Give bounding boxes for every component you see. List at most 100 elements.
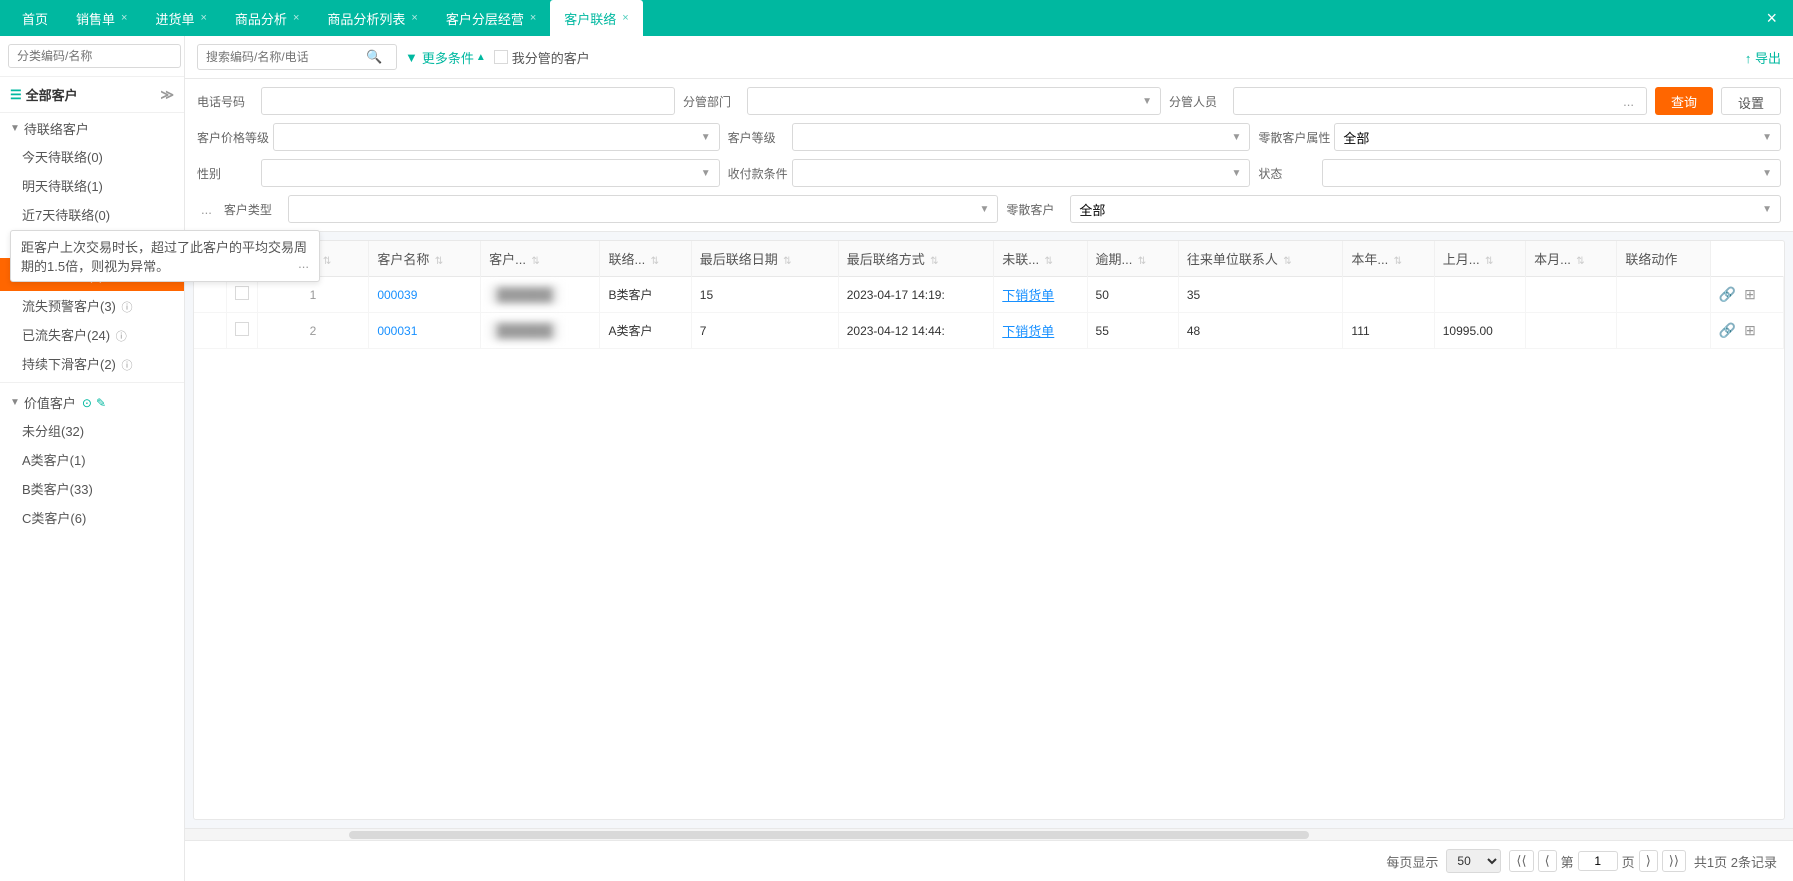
export-button[interactable]: ↑ 导出 [1745,48,1781,67]
row-checkbox-cell[interactable] [226,313,257,349]
contact-sort-icon[interactable]: ⇅ [651,256,659,267]
price-chevron-icon: ▼ [701,132,711,143]
nav-product-analysis[interactable]: 商品分析 × [221,0,313,36]
nav-sales-close[interactable]: × [121,12,127,24]
window-close-button[interactable]: × [1766,8,1785,29]
nav-home[interactable]: 首页 [8,0,62,36]
next-page-button[interactable]: ⟩ [1639,850,1658,872]
nav-product-list-close[interactable]: × [411,12,417,24]
this-year-sort-icon[interactable]: ⇅ [1394,256,1402,267]
sidebar-value-customers-group[interactable]: ▼ 价值客户 ⊙ ✎ [0,387,184,416]
sidebar-loss-warning[interactable]: 流失预警客户(3) ⓘ [0,291,184,320]
sidebar-tomorrow-pending[interactable]: 明天待联络(1) [0,171,184,200]
filter-row-1: 电话号码 分管部门 ▼ 分管人员 ... 查 [197,87,1781,115]
tooltip-more-icon[interactable]: ... [298,256,309,271]
filter-payment-select[interactable]: ▼ [792,159,1251,187]
more-conditions-button[interactable]: ▼ 更多条件 ▲ [405,48,486,67]
filter-dept-select[interactable]: ▼ [747,87,1161,115]
code-sort-icon[interactable]: ⇅ [323,256,331,267]
customer-table: ⚙ 客户编码 ⇅ 客户名称 ⇅ [194,241,1784,349]
page-number-input[interactable] [1578,851,1618,871]
filter-row-4: ... 客户类型 ▼ 零散客户 全部 ▼ [197,195,1781,223]
row-contact-count: 15 [691,277,838,313]
row-link-icon[interactable]: 🔗 [1719,322,1736,339]
filter-gender-field: 性别 ▼ [197,159,720,187]
row-code[interactable]: 000039 [369,277,481,313]
filter-price-level-select[interactable]: ▼ [273,123,720,151]
my-customers-toggle[interactable]: 我分管的客户 [494,48,590,67]
row-last-month [1526,277,1617,313]
filter-gender-select[interactable]: ▼ [261,159,720,187]
pagination-controls: ⟨⟨ ⟨ 第 页 ⟩ ⟩⟩ [1509,850,1686,872]
sidebar-declining-customers[interactable]: 持续下滑客户(2) ⓘ [0,349,184,378]
filter-search-icon[interactable]: 🔍 [366,49,382,65]
filter-customer-level-select[interactable]: ▼ [792,123,1251,151]
nav-customer-contact-close[interactable]: × [622,12,628,24]
nav-customer-tier-close[interactable]: × [530,12,536,24]
row-link-icon[interactable]: 🔗 [1719,286,1736,303]
scroll-thumb[interactable] [349,831,1309,839]
filter-retail-attr-select[interactable]: 全部 ▼ [1334,123,1781,151]
this-month-sort-icon[interactable]: ⇅ [1576,256,1584,267]
sidebar-today-pending[interactable]: 今天待联络(0) [0,142,184,171]
nav-customer-tier[interactable]: 客户分层经营 × [432,0,550,36]
nav-product-analysis-close[interactable]: × [293,12,299,24]
filter-search-input[interactable] [206,50,366,64]
last-date-sort-icon[interactable]: ⇅ [783,256,791,267]
nav-sales[interactable]: 销售单 × [62,0,141,36]
row-code[interactable]: 000031 [369,313,481,349]
sidebar-collapse-icon[interactable]: ≫ [160,87,174,103]
overdue-sort-icon[interactable]: ⇅ [1138,256,1146,267]
sidebar-lost-customers[interactable]: 已流失客户(24) ⓘ [0,320,184,349]
last-method-sort-icon[interactable]: ⇅ [930,256,938,267]
sidebar-c-class[interactable]: C类客户(6) [0,503,184,532]
value-settings-icon[interactable]: ✎ [96,396,106,410]
filter-manager-select[interactable]: ... [1233,87,1647,115]
filter-status-select[interactable]: ▼ [1322,159,1781,187]
sidebar-a-class[interactable]: A类客户(1) [0,445,184,474]
row-checkbox[interactable] [235,286,249,300]
row-grid-icon[interactable]: ⊞ [1744,286,1756,303]
sidebar-b-class[interactable]: B类客户(33) [0,474,184,503]
sidebar-pending-contact-group[interactable]: ▼ 待联络客户 [0,113,184,142]
settings-button[interactable]: 设置 [1721,87,1781,115]
sidebar-all-customers[interactable]: ☰ 全部客户 ≫ [0,77,184,113]
last-month-sort-icon[interactable]: ⇅ [1485,256,1493,267]
sidebar-search-input[interactable] [8,44,181,68]
gender-chevron-icon: ▼ [701,168,711,179]
cust-type-sort-icon[interactable]: ⇅ [531,256,539,267]
tooltip-box: 距客户上次交易时长，超过了此客户的平均交易周期的1.5倍，则视为异常。 ... [10,230,320,282]
declining-info-icon: ⓘ [122,360,133,372]
nav-purchase[interactable]: 进货单 × [141,0,220,36]
row-checkbox[interactable] [235,322,249,336]
row4-more-dots[interactable]: ... [201,202,212,217]
page-size-select[interactable]: 50 100 200 [1446,849,1501,873]
value-edit-icon[interactable]: ⊙ [82,396,92,410]
filter-payment-field: 收付款条件 ▼ [728,159,1251,187]
sidebar-ungrouped[interactable]: 未分组(32) [0,416,184,445]
manager-more-icon[interactable]: ... [1623,94,1634,109]
table-header-actions: 联络动作 [1617,241,1710,277]
query-button[interactable]: 查询 [1655,87,1713,115]
row-last-method[interactable]: 下销货单 [994,277,1087,313]
filter-phone-input[interactable] [261,87,675,115]
sidebar-7days-pending[interactable]: 近7天待联络(0) [0,200,184,229]
row-grid-icon[interactable]: ⊞ [1744,322,1756,339]
horizontal-scrollbar[interactable] [185,828,1793,840]
not-contacted-sort-icon[interactable]: ⇅ [1044,256,1052,267]
nav-customer-contact[interactable]: 客户联络 × [550,0,642,36]
prev-page-button[interactable]: ⟨ [1538,850,1557,872]
table-header-last-month: 上月... ⇅ [1434,241,1525,277]
filter-retail-customer-select[interactable]: 全部 ▼ [1070,195,1781,223]
row-last-method[interactable]: 下销货单 [994,313,1087,349]
filter-dept-field: 分管部门 ▼ [683,87,1161,115]
first-page-button[interactable]: ⟨⟨ [1509,850,1533,872]
company-sort-icon[interactable]: ⇅ [1283,256,1291,267]
my-customers-checkbox[interactable] [494,50,508,64]
name-sort-icon[interactable]: ⇅ [435,256,443,267]
last-page-button[interactable]: ⟩⟩ [1662,850,1686,872]
row-overdue: 35 [1178,277,1343,313]
filter-customer-type-select[interactable]: ▼ [288,195,999,223]
nav-purchase-close[interactable]: × [200,12,206,24]
nav-product-list[interactable]: 商品分析列表 × [313,0,431,36]
